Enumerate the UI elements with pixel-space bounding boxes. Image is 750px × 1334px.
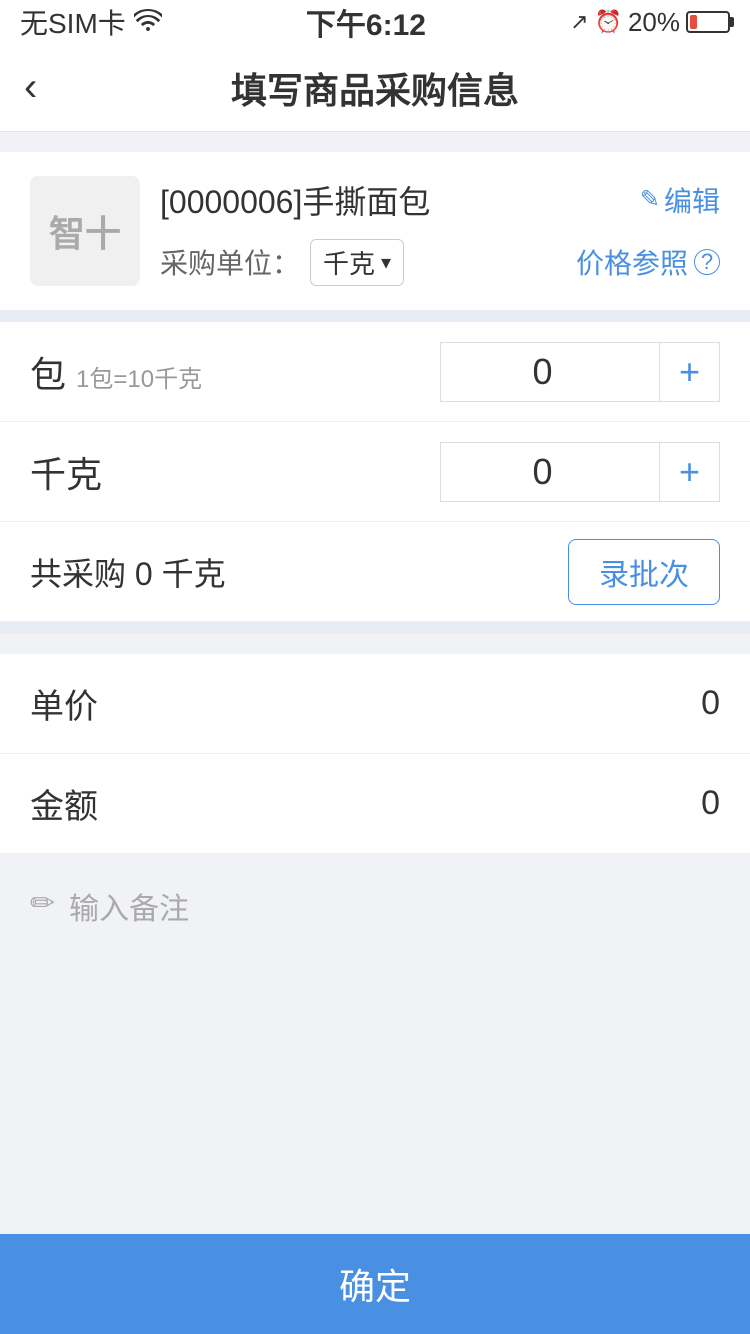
kg-label-main: 千克	[30, 446, 102, 498]
pencil-icon: ✏	[30, 886, 55, 921]
battery-percent: 20%	[628, 7, 680, 38]
status-left: 无SIM卡	[20, 2, 162, 42]
nav-bar: ‹ 填写商品采购信息	[0, 44, 750, 132]
product-card: 智十 [0000006]手撕面包 ✎ 编辑 采购单位： 千克 ▾ 价格参照 ?	[0, 152, 750, 310]
edit-icon: ✎	[640, 185, 660, 214]
product-thumbnail: 智十	[30, 176, 140, 286]
total-text: 共采购 0 千克	[30, 549, 226, 595]
location-icon: ↗	[570, 9, 588, 35]
status-time: 下午6:12	[306, 0, 426, 44]
amount-label: 金额	[30, 779, 98, 828]
page-title: 填写商品采购信息	[231, 62, 519, 114]
remark-section[interactable]: ✏ 输入备注	[0, 854, 750, 974]
amount-value: 0	[701, 784, 720, 823]
price-ref-label: 价格参照	[576, 242, 688, 282]
bao-label: 包 1包=10千克	[30, 346, 440, 398]
confirm-button[interactable]: 确定	[0, 1234, 750, 1334]
kg-plus-button[interactable]: +	[660, 442, 720, 502]
wifi-icon	[134, 6, 162, 38]
record-batch-button[interactable]: 录批次	[568, 539, 720, 605]
price-reference-button[interactable]: 价格参照 ?	[576, 242, 720, 282]
carrier-text: 无SIM卡	[20, 2, 126, 42]
price-section: 单价 0 金额 0	[0, 654, 750, 854]
edit-button[interactable]: ✎ 编辑	[640, 180, 720, 220]
product-name-row: [0000006]手撕面包 ✎ 编辑	[160, 177, 720, 223]
amount-row: 金额 0	[0, 754, 750, 854]
section-divider-2	[0, 622, 750, 634]
unit-price-row: 单价 0	[0, 654, 750, 754]
kg-input-row: 千克 +	[0, 422, 750, 522]
confirm-button-label: 确定	[339, 1258, 411, 1310]
kg-input[interactable]	[440, 442, 660, 502]
bao-input-row: 包 1包=10千克 +	[0, 322, 750, 422]
section-divider-1	[0, 310, 750, 322]
status-bar: 无SIM卡 下午6:12 ↗ ⏰ 20%	[0, 0, 750, 44]
product-name: [0000006]手撕面包	[160, 177, 430, 223]
bao-label-main: 包	[30, 346, 66, 398]
bao-input-control: +	[440, 342, 720, 402]
unit-selector[interactable]: 千克 ▾	[310, 239, 404, 286]
total-row: 共采购 0 千克 录批次	[0, 522, 750, 622]
product-info: [0000006]手撕面包 ✎ 编辑 采购单位： 千克 ▾ 价格参照 ?	[160, 177, 720, 286]
bao-label-sub: 1包=10千克	[76, 359, 202, 394]
alarm-icon: ⏰	[595, 9, 622, 35]
bao-plus-button[interactable]: +	[660, 342, 720, 402]
status-right: ↗ ⏰ 20%	[570, 7, 730, 38]
kg-label: 千克	[30, 446, 440, 498]
bao-input[interactable]	[440, 342, 660, 402]
input-section: 包 1包=10千克 + 千克 + 共采购 0 千克 录批次	[0, 322, 750, 622]
dropdown-icon: ▾	[381, 250, 391, 275]
unit-value: 千克	[323, 244, 375, 281]
back-button[interactable]: ‹	[24, 65, 37, 110]
unit-row: 采购单位： 千克 ▾ 价格参照 ?	[160, 239, 720, 286]
kg-input-control: +	[440, 442, 720, 502]
info-icon: ?	[694, 249, 720, 275]
product-thumb-text: 智十	[49, 205, 121, 257]
unit-price-label: 单价	[30, 679, 98, 728]
unit-label: 采购单位：	[160, 242, 300, 282]
remark-placeholder: 输入备注	[69, 884, 189, 928]
unit-price-value: 0	[701, 684, 720, 723]
battery-icon	[686, 11, 730, 33]
